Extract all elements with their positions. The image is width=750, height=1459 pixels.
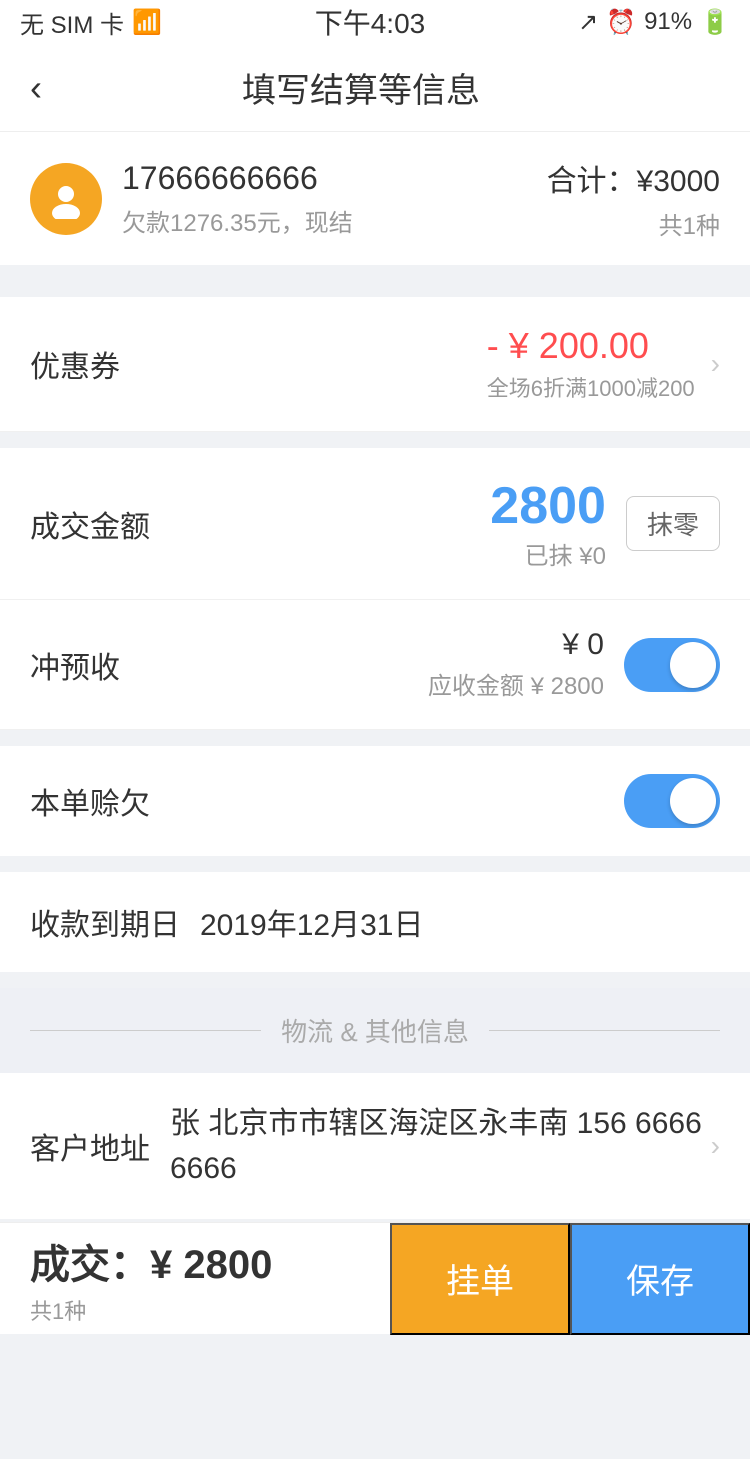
- due-date-label: 收款到期日: [30, 900, 180, 944]
- coupon-label: 优惠券: [30, 342, 120, 386]
- prepay-amount-area: ¥ 0 应收金额 ¥ 2800: [428, 628, 604, 701]
- address-value: 张 北京市市辖区海淀区永丰南 156 6666 6666: [170, 1101, 703, 1191]
- order-total: 合计：¥3000: [547, 156, 720, 200]
- sim-status: 无 SIM 卡: [20, 5, 124, 40]
- back-button[interactable]: ‹: [30, 67, 62, 109]
- coupon-desc: 全场6折满1000减200: [487, 371, 695, 403]
- location-icon: ↗: [578, 8, 598, 37]
- battery-level: 91%: [644, 8, 692, 36]
- section-gap-2: [0, 432, 750, 448]
- round-zero-button[interactable]: 抹零: [626, 496, 720, 551]
- debt-toggle[interactable]: [624, 774, 720, 828]
- page-title: 填写结算等信息: [62, 63, 660, 112]
- customer-info: 17666666666 欠款1276.35元，现结: [122, 160, 353, 238]
- footer-count: 共1种: [30, 1294, 360, 1326]
- footer-deal-amount: 成交：¥ 2800: [30, 1232, 360, 1290]
- coupon-right: - ¥ 200.00 全场6折满1000减200 ›: [487, 325, 720, 403]
- save-button[interactable]: 保存: [570, 1223, 750, 1335]
- nav-bar: ‹ 填写结算等信息: [0, 44, 750, 132]
- deal-amount-label: 成交金额: [30, 502, 150, 546]
- prepay-label: 冲预收: [30, 643, 120, 687]
- prepay-amount: ¥ 0: [428, 628, 604, 662]
- footer-deal-label: 成交：: [30, 1243, 150, 1287]
- customer-phone: 17666666666: [122, 160, 353, 197]
- footer-deal-value: ¥ 2800: [150, 1243, 272, 1287]
- pending-button[interactable]: 挂单: [390, 1223, 570, 1335]
- deal-amount-row: 成交金额 2800 已抹 ¥0 抹零: [0, 448, 750, 600]
- coupon-chevron-icon: ›: [711, 348, 720, 380]
- customer-card: 17666666666 欠款1276.35元，现结 合计：¥3000 共1种: [0, 132, 750, 265]
- logistics-label: 物流 & 其他信息: [281, 1012, 469, 1049]
- section-gap-3: [0, 730, 750, 746]
- prepay-toggle[interactable]: [624, 638, 720, 692]
- status-right: ↗ ⏰ 91% 🔋: [578, 8, 730, 37]
- prepay-sub: 应收金额 ¥ 2800: [428, 666, 604, 701]
- address-label: 客户地址: [30, 1124, 150, 1168]
- order-count: 共1种: [547, 206, 720, 241]
- due-date-value: 2019年12月31日: [200, 900, 423, 944]
- status-bar: 无 SIM 卡 📶 下午4:03 ↗ ⏰ 91% 🔋: [0, 0, 750, 44]
- prepay-row: 冲预收 ¥ 0 应收金额 ¥ 2800: [0, 600, 750, 730]
- debt-label: 本单赊欠: [30, 779, 150, 823]
- footer-info: 成交：¥ 2800 共1种: [0, 1232, 390, 1326]
- address-row[interactable]: 客户地址 张 北京市市辖区海淀区永丰南 156 6666 6666 ›: [0, 1073, 750, 1219]
- address-right: 张 北京市市辖区海淀区永丰南 156 6666 6666 ›: [170, 1101, 720, 1191]
- avatar: [30, 163, 102, 235]
- footer: 成交：¥ 2800 共1种 挂单 保存: [0, 1222, 750, 1334]
- section-gap-4: [0, 856, 750, 872]
- deal-amount-right: 2800 已抹 ¥0 抹零: [490, 476, 720, 571]
- coupon-row[interactable]: 优惠券 - ¥ 200.00 全场6折满1000减200 ›: [0, 297, 750, 432]
- debt-row: 本单赊欠: [0, 746, 750, 856]
- prepay-right: ¥ 0 应收金额 ¥ 2800: [428, 628, 720, 701]
- deal-amount-sub: 已抹 ¥0: [490, 536, 606, 571]
- address-chevron-icon: ›: [711, 1130, 720, 1162]
- customer-debt: 欠款1276.35元，现结: [122, 203, 353, 238]
- customer-left: 17666666666 欠款1276.35元，现结: [30, 160, 353, 238]
- status-time: 下午4:03: [315, 2, 426, 42]
- wifi-icon: 📶: [132, 8, 162, 37]
- section-gap-1: [0, 281, 750, 297]
- due-date-row: 收款到期日 2019年12月31日: [0, 872, 750, 972]
- status-left: 无 SIM 卡 📶: [20, 5, 162, 40]
- customer-right: 合计：¥3000 共1种: [547, 156, 720, 241]
- section-gap-5: [0, 972, 750, 988]
- coupon-amount: - ¥ 200.00: [487, 325, 695, 367]
- divider-line-left: [30, 1030, 261, 1031]
- divider-line-right: [489, 1030, 720, 1031]
- alarm-icon: ⏰: [606, 8, 636, 37]
- deal-amount-value: 2800: [490, 476, 606, 536]
- battery-icon: 🔋: [700, 8, 730, 37]
- logistics-divider: 物流 & 其他信息: [0, 988, 750, 1073]
